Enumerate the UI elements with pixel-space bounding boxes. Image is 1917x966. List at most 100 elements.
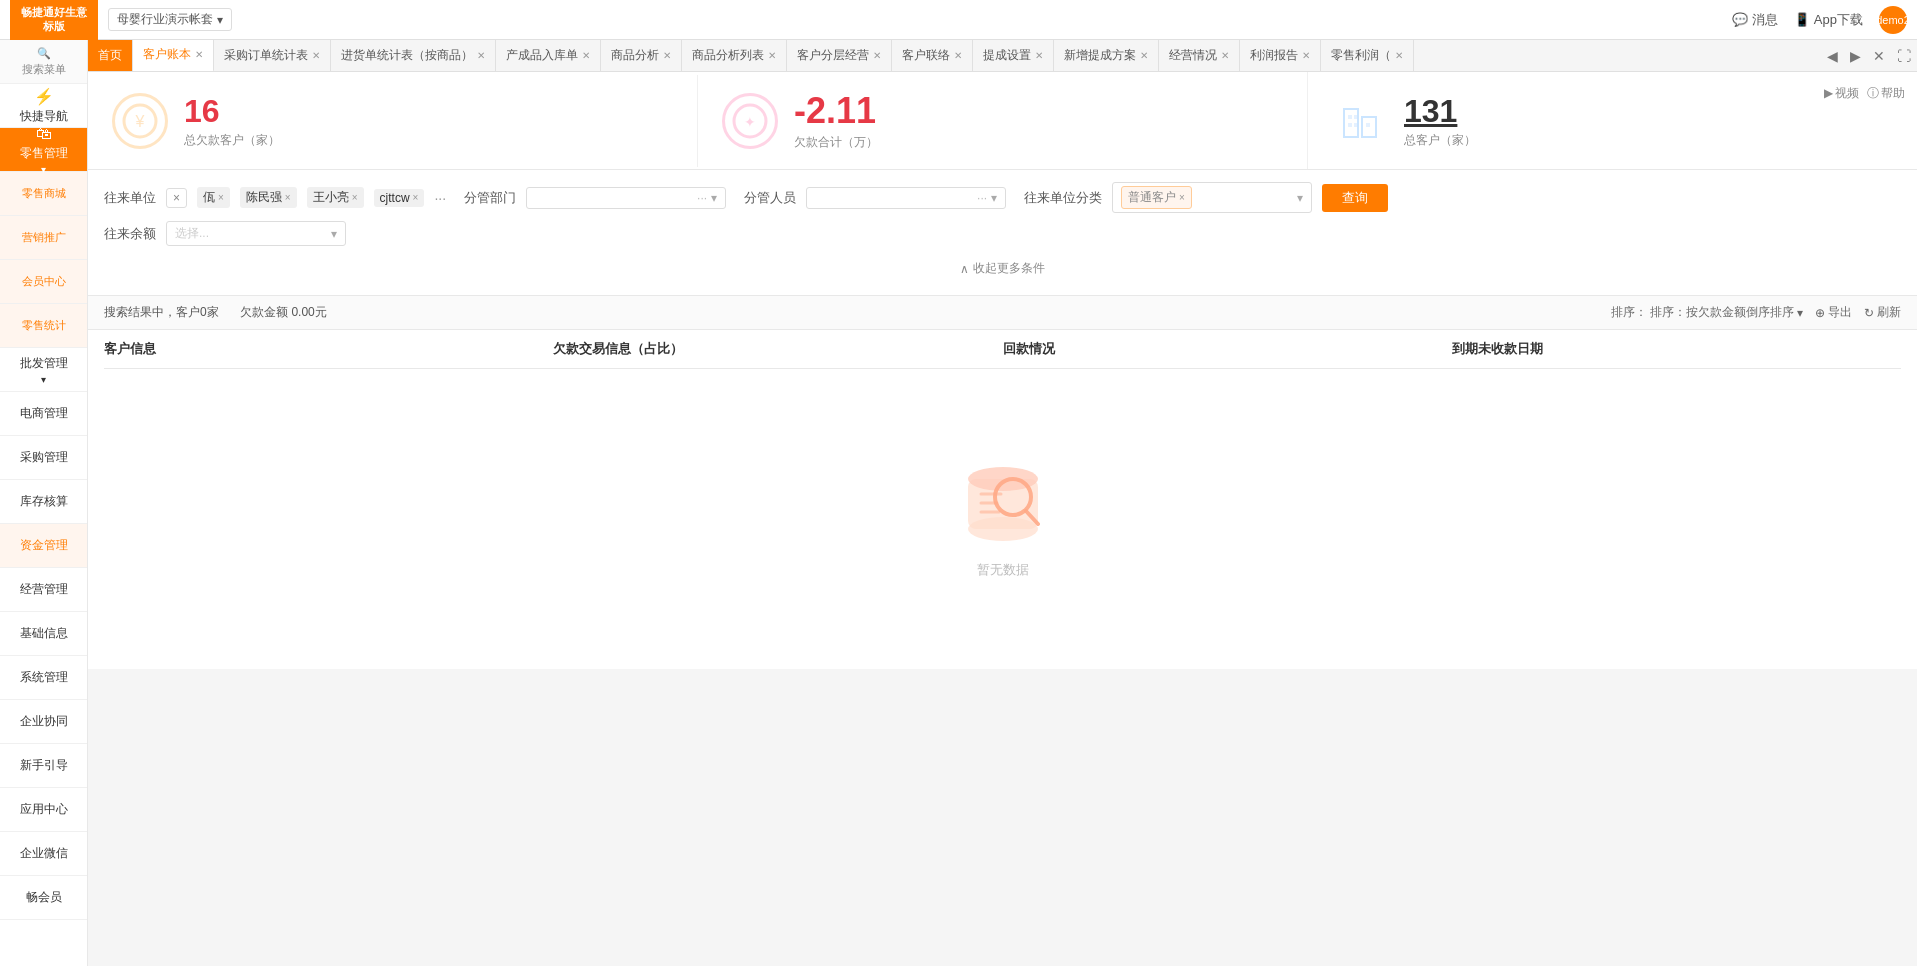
sidebar-item-retail-mgmt[interactable]: 🛍 零售管理 ▾ [0, 128, 87, 172]
nav-next-btn[interactable]: ▶ [1844, 40, 1867, 72]
sidebar-member-center-label: 会员中心 [22, 274, 66, 289]
tab-profit-report-close[interactable]: ✕ [1302, 50, 1310, 61]
sidebar-item-inventory[interactable]: 库存核算 [0, 480, 87, 524]
chevron-down-icon-2 [991, 191, 997, 205]
sidebar-item-ecommerce[interactable]: 电商管理 [0, 392, 87, 436]
tab-product-analysis-close[interactable]: ✕ [663, 50, 671, 61]
tab-stock-stats-close[interactable]: ✕ [477, 50, 485, 61]
tab-product-in-close[interactable]: ✕ [582, 50, 590, 61]
filter-person-more[interactable]: ··· [977, 191, 987, 205]
nav-prev-btn[interactable]: ◀ [1821, 40, 1844, 72]
filter-tag-unit-placeholder[interactable]: × [166, 188, 187, 208]
demo-select[interactable]: 母婴行业演示帐套 ▾ [108, 8, 232, 31]
tab-purchase-order[interactable]: 采购订单统计表 ✕ [214, 40, 331, 72]
tab-operation-status-close[interactable]: ✕ [1221, 50, 1229, 61]
svg-text:¥: ¥ [135, 113, 145, 130]
tab-retail-profit[interactable]: 零售利润（ ✕ [1321, 40, 1414, 72]
tab-reminder-settings-close[interactable]: ✕ [1035, 50, 1043, 61]
sidebar-item-search[interactable]: 🔍 搜索菜单 [0, 40, 87, 84]
nav-expand-btn[interactable]: ⛶ [1891, 40, 1917, 72]
sidebar-item-operation[interactable]: 经营管理 [0, 568, 87, 612]
tab-reminder-settings[interactable]: 提成设置 ✕ [973, 40, 1054, 72]
filter-dept-label: 分管部门 [464, 189, 516, 207]
sidebar-item-finance[interactable]: 资金管理 [0, 524, 87, 568]
refresh-btn[interactable]: ↻ 刷新 [1864, 304, 1901, 321]
filter-area: 往来单位 × 佤 × 陈民强 × 王小亮 × cjttcw × ··· 分管部门 [88, 170, 1917, 296]
tab-retail-profit-close[interactable]: ✕ [1395, 50, 1403, 61]
sidebar-item-marketing[interactable]: 营销推广 [0, 216, 87, 260]
help-icon: ⓘ [1867, 85, 1879, 102]
tab-customer-contact[interactable]: 客户联络 ✕ [892, 40, 973, 72]
filter-dept-more[interactable]: ··· [697, 191, 707, 205]
filter-tag-normal-customer-close[interactable]: × [1179, 192, 1185, 203]
filter-person-select[interactable]: ··· [806, 187, 1006, 209]
stat-customers-text: 16 总欠款客户（家） [184, 93, 280, 149]
tab-operation-status[interactable]: 经营情况 ✕ [1159, 40, 1240, 72]
sidebar-item-retail-stats[interactable]: 零售统计 [0, 304, 87, 348]
filter-row-1: 往来单位 × 佤 × 陈民强 × 王小亮 × cjttcw × ··· 分管部门 [104, 182, 1901, 213]
sidebar-item-enterprise-wechat[interactable]: 企业微信 [0, 832, 87, 876]
tab-customer-segment[interactable]: 客户分层经营 ✕ [787, 40, 892, 72]
message-btn[interactable]: 💬 消息 [1732, 11, 1778, 29]
sidebar-item-quick-nav[interactable]: ⚡ 快捷导航 [0, 84, 87, 128]
sidebar-marketing-label: 营销推广 [22, 230, 66, 245]
tab-accounts-close[interactable]: ✕ [195, 49, 203, 60]
sidebar-batch-mgmt-label: 批发管理 [20, 355, 68, 372]
filter-unit-type-select[interactable]: 普通客户 × [1112, 182, 1312, 213]
sidebar-item-vip[interactable]: 畅会员 [0, 876, 87, 920]
sidebar-item-retail-mall[interactable]: 零售商城 [0, 172, 87, 216]
top-right: 💬 消息 📱 App下载 demo2 [1732, 6, 1907, 34]
video-btn[interactable]: ▶ 视频 [1824, 85, 1859, 102]
filter-tag-cjttcw[interactable]: cjttcw × [374, 189, 425, 207]
collapse-btn[interactable]: ∧ 收起更多条件 [952, 258, 1053, 279]
filter-tag-normal-customer[interactable]: 普通客户 × [1121, 186, 1192, 209]
sidebar-item-member-center[interactable]: 会员中心 [0, 260, 87, 304]
tab-profit-report[interactable]: 利润报告 ✕ [1240, 40, 1321, 72]
tab-customer-segment-close[interactable]: ✕ [873, 50, 881, 61]
nav-close-all-btn[interactable]: ✕ [1867, 40, 1891, 72]
tab-accounts[interactable]: 客户账本 ✕ [133, 40, 214, 72]
sidebar-item-batch-mgmt[interactable]: 批发管理 ▾ [0, 348, 87, 392]
filter-person-label: 分管人员 [744, 189, 796, 207]
tab-customer-contact-close[interactable]: ✕ [954, 50, 962, 61]
user-avatar-area[interactable]: demo2 [1879, 6, 1907, 34]
tab-product-analysis[interactable]: 商品分析 ✕ [601, 40, 682, 72]
chevron-down-icon-3 [1297, 191, 1303, 205]
filter-dept-select[interactable]: ··· [526, 187, 726, 209]
help-btn[interactable]: ⓘ 帮助 [1867, 85, 1905, 102]
sidebar-item-purchase[interactable]: 采购管理 [0, 436, 87, 480]
tab-stock-stats[interactable]: 进货单统计表（按商品） ✕ [331, 40, 496, 72]
sidebar-item-app-center[interactable]: 应用中心 [0, 788, 87, 832]
sort-select[interactable]: 排序： 排序：按欠款金额倒序排序 ▾ [1611, 304, 1803, 321]
svg-rect-8 [1348, 123, 1352, 127]
sidebar-item-enterprise-coop[interactable]: 企业协同 [0, 700, 87, 744]
filter-tag-wang-close[interactable]: × [352, 192, 358, 203]
filter-tag-cjttcw-close[interactable]: × [413, 192, 419, 203]
tab-product-in[interactable]: 产成品入库单 ✕ [496, 40, 601, 72]
filter-unit-more-dots[interactable]: ··· [434, 190, 446, 206]
export-btn[interactable]: ⊕ 导出 [1815, 304, 1852, 321]
sidebar-item-new-guide[interactable]: 新手引导 [0, 744, 87, 788]
nav-arrows: ◀ ▶ ✕ ⛶ [1821, 40, 1917, 72]
stat-total-debt: ✦ -2.11 欠款合计（万） [698, 72, 1308, 169]
tab-new-reminder[interactable]: 新增提成方案 ✕ [1054, 40, 1159, 72]
tab-product-analysis-list-close[interactable]: ✕ [768, 50, 776, 61]
stat-customers-number: 16 [184, 93, 280, 130]
tab-operation-status-label: 经营情况 [1169, 47, 1217, 64]
filter-tag-wa-close[interactable]: × [218, 192, 224, 203]
sidebar-item-basic-info[interactable]: 基础信息 [0, 612, 87, 656]
tab-home[interactable]: 首页 [88, 40, 133, 72]
sidebar-item-system[interactable]: 系统管理 [0, 656, 87, 700]
filter-tag-wa[interactable]: 佤 × [197, 187, 230, 208]
tab-new-reminder-close[interactable]: ✕ [1140, 50, 1148, 61]
filter-balance-select[interactable]: 选择... [166, 221, 346, 246]
filter-tag-wang[interactable]: 王小亮 × [307, 187, 364, 208]
filter-tag-chen[interactable]: 陈民强 × [240, 187, 297, 208]
tab-purchase-order-close[interactable]: ✕ [312, 50, 320, 61]
filter-tag-chen-close[interactable]: × [285, 192, 291, 203]
tab-product-analysis-list[interactable]: 商品分析列表 ✕ [682, 40, 787, 72]
app-download-btn[interactable]: 📱 App下载 [1794, 11, 1863, 29]
tab-product-analysis-label: 商品分析 [611, 47, 659, 64]
logo[interactable]: 畅捷通好生意 标版 [10, 0, 98, 40]
query-button[interactable]: 查询 [1322, 184, 1388, 212]
